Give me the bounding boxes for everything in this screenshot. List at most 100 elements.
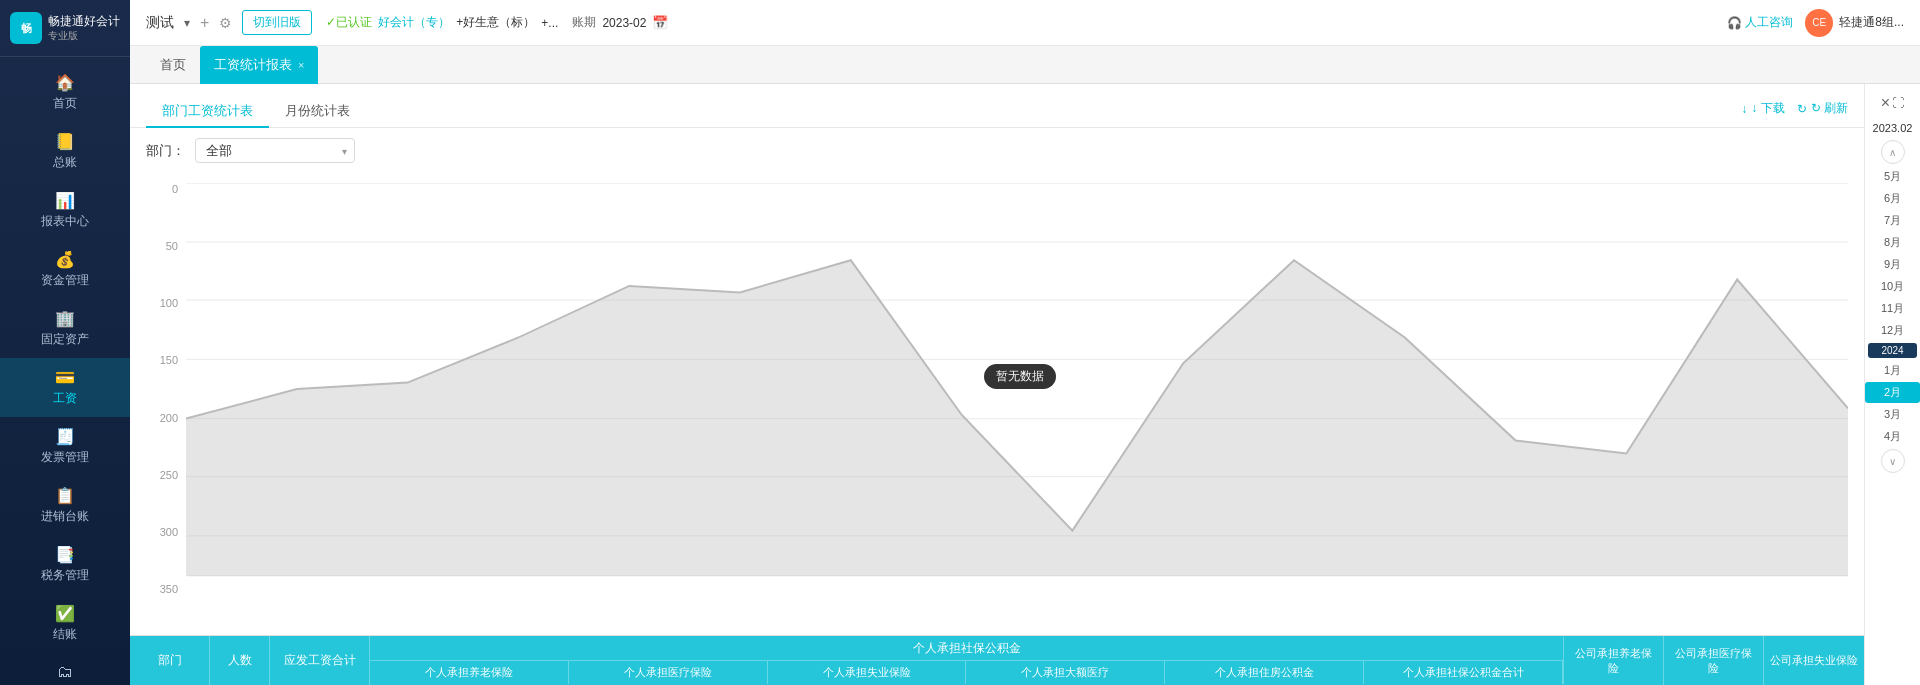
department-select[interactable]: 全部 销售部 财务部 技术部 行政部 [195, 138, 355, 163]
topbar-settings-icon[interactable]: ⚙ [219, 15, 232, 31]
capital-icon: 💰 [55, 250, 75, 269]
chart-svg [186, 183, 1848, 595]
topbar-add-icon[interactable]: + [200, 14, 209, 32]
refresh-icon: ↻ [1797, 102, 1807, 116]
sidebar-nav: 🏠 首页 📒 总账 📊 报表中心 💰 资金管理 🏢 固定资产 💳 工资 🧾 发票… [0, 57, 130, 685]
month-item-11[interactable]: 11月 [1865, 298, 1920, 319]
user-name: 轻捷通8组... [1839, 14, 1904, 31]
tab-close-icon[interactable]: × [298, 59, 304, 71]
month-item-10[interactable]: 10月 [1865, 276, 1920, 297]
table-header: 部门 人数 应发工资合计 个人承担社保公积金 个人承担养老保险 [130, 635, 1864, 685]
y-label-250: 250 [146, 469, 186, 481]
sidebar-logo: 畅 畅捷通好会计 专业版 [0, 0, 130, 57]
month-list-2023: 5月 6月 7月 8月 9月 10月 11月 12月 [1865, 166, 1920, 341]
topbar-dropdown[interactable]: ▾ [184, 16, 190, 30]
period-value: 2023-02 [602, 16, 646, 30]
y-label-50: 50 [146, 240, 186, 252]
sidebar-item-capital[interactable]: 💰 资金管理 [0, 240, 130, 299]
sub-tab-monthly[interactable]: 月份统计表 [269, 96, 366, 128]
th-headcount: 人数 [210, 636, 270, 685]
topbar-title: 测试 [146, 14, 174, 32]
logo-text: 畅捷通好会计 专业版 [48, 14, 120, 43]
month-item-8[interactable]: 8月 [1865, 232, 1920, 253]
y-axis: 350 300 250 200 150 100 50 0 [146, 183, 186, 595]
month-item-2024-4[interactable]: 4月 [1865, 426, 1920, 447]
user-info: CE 轻捷通8组... [1805, 9, 1904, 37]
chart-container: 350 300 250 200 150 100 50 0 [130, 173, 1864, 635]
archive-icon: 🗂 [57, 663, 73, 681]
department-select-wrapper: 全部 销售部 财务部 技术部 行政部 ▾ [195, 138, 355, 163]
sidebar-item-payroll[interactable]: 💳 工资 [0, 358, 130, 417]
badge-good-accounting: 好会计（专） [378, 14, 450, 31]
th-personal-total: 个人承担社保公积金合计 [1364, 661, 1563, 684]
payroll-icon: 💳 [55, 368, 75, 387]
panel-date: 2023.02 [1871, 118, 1915, 138]
home-icon: 🏠 [55, 73, 75, 92]
switch-to-old-btn[interactable]: 切到旧版 [242, 10, 312, 35]
sidebar-item-tax[interactable]: 📑 税务管理 [0, 535, 130, 594]
th-company-medical: 公司承担医疗保险 [1664, 636, 1764, 685]
sidebar-item-invoice[interactable]: 🧾 发票管理 [0, 417, 130, 476]
assets-icon: 🏢 [55, 309, 75, 328]
th-department: 部门 [130, 636, 210, 685]
topbar: 测试 ▾ + ⚙ 切到旧版 ✓已认证 好会计（专） +好生意（标） +... 账… [130, 0, 1920, 46]
th-personal-group-label: 个人承担社保公积金 [370, 637, 1563, 661]
help-link[interactable]: 🎧 人工咨询 [1727, 14, 1793, 31]
sidebar-item-reports[interactable]: 📊 报表中心 [0, 181, 130, 240]
th-personal-group-cells: 个人承担养老保险 个人承担医疗保险 个人承担失业保险 个人承担大额医疗 个人承担 [370, 661, 1563, 684]
sidebar-item-assets[interactable]: 🏢 固定资产 [0, 299, 130, 358]
calendar-icon[interactable]: 📅 [652, 15, 668, 30]
sub-tab-actions: ↓ ↓ 下载 ↻ ↻ 刷新 [1741, 100, 1848, 123]
y-label-0: 0 [146, 183, 186, 195]
y-label-100: 100 [146, 297, 186, 309]
month-item-9[interactable]: 9月 [1865, 254, 1920, 275]
sub-tabs: 部门工资统计表 月份统计表 ↓ ↓ 下载 ↻ ↻ 刷新 [130, 84, 1864, 128]
sub-tab-department[interactable]: 部门工资统计表 [146, 96, 269, 128]
tab-home[interactable]: 首页 [146, 46, 200, 84]
month-item-2024-3[interactable]: 3月 [1865, 404, 1920, 425]
sidebar-item-home[interactable]: 🏠 首页 [0, 63, 130, 122]
chart-svg-wrapper: 暂无数据 [186, 183, 1848, 595]
month-item-5[interactable]: 5月 [1865, 166, 1920, 187]
chart-area: 350 300 250 200 150 100 50 0 [146, 183, 1848, 625]
nav-up-btn[interactable]: ∧ [1881, 140, 1905, 164]
download-btn[interactable]: ↓ ↓ 下载 [1741, 100, 1784, 117]
sidebar-item-closing[interactable]: ✅ 结账 [0, 594, 130, 653]
topbar-badges: ✓已认证 好会计（专） +好生意（标） +... 账期 2023-02 📅 [326, 14, 668, 31]
tabs-bar: 首页 工资统计报表 × [130, 46, 1920, 84]
month-item-2024-2[interactable]: 2月 [1865, 382, 1920, 403]
month-item-2024-1[interactable]: 1月 [1865, 360, 1920, 381]
badge-good-business: +好生意（标） [456, 14, 535, 31]
main-content: 测试 ▾ + ⚙ 切到旧版 ✓已认证 好会计（专） +好生意（标） +... 账… [130, 0, 1920, 685]
refresh-btn[interactable]: ↻ ↻ 刷新 [1797, 100, 1848, 117]
nav-down-btn[interactable]: ∨ [1881, 449, 1905, 473]
topbar-right: 🎧 人工咨询 CE 轻捷通8组... [1727, 9, 1904, 37]
sidebar-item-sales[interactable]: 📋 进销台账 [0, 476, 130, 535]
sidebar-item-archive[interactable]: 🗂 归档管理 [0, 653, 130, 685]
y-label-150: 150 [146, 354, 186, 366]
th-personal-unemployment: 个人承担失业保险 [768, 661, 967, 684]
month-item-12[interactable]: 12月 [1865, 320, 1920, 341]
month-item-6[interactable]: 6月 [1865, 188, 1920, 209]
avatar: CE [1805, 9, 1833, 37]
badge-certified: ✓已认证 [326, 14, 372, 31]
invoice-icon: 🧾 [55, 427, 75, 446]
th-total-salary: 应发工资合计 [270, 636, 370, 685]
y-label-350: 350 [146, 583, 186, 595]
panel-close: × ⛶ [1865, 88, 1920, 118]
close-icon[interactable]: × [1881, 94, 1890, 112]
month-list-2024: 1月 2月 3月 4月 [1865, 360, 1920, 447]
reports-icon: 📊 [55, 191, 75, 210]
expand-icon[interactable]: ⛶ [1892, 96, 1904, 110]
th-personal-medical: 个人承担医疗保险 [569, 661, 768, 684]
th-company-pension: 公司承担养老保险 [1564, 636, 1664, 685]
year-badge-2024: 2024 [1868, 343, 1918, 358]
th-personal-group: 个人承担社保公积金 个人承担养老保险 个人承担医疗保险 个人承担失业保险 [370, 637, 1564, 684]
tab-payroll-stats[interactable]: 工资统计报表 × [200, 46, 318, 84]
filter-label: 部门： [146, 142, 185, 160]
page-area: 部门工资统计表 月份统计表 ↓ ↓ 下载 ↻ ↻ 刷新 [130, 84, 1864, 685]
sidebar-item-ledger[interactable]: 📒 总账 [0, 122, 130, 181]
month-item-7[interactable]: 7月 [1865, 210, 1920, 231]
badge-more: +... [541, 16, 558, 30]
closing-icon: ✅ [55, 604, 75, 623]
